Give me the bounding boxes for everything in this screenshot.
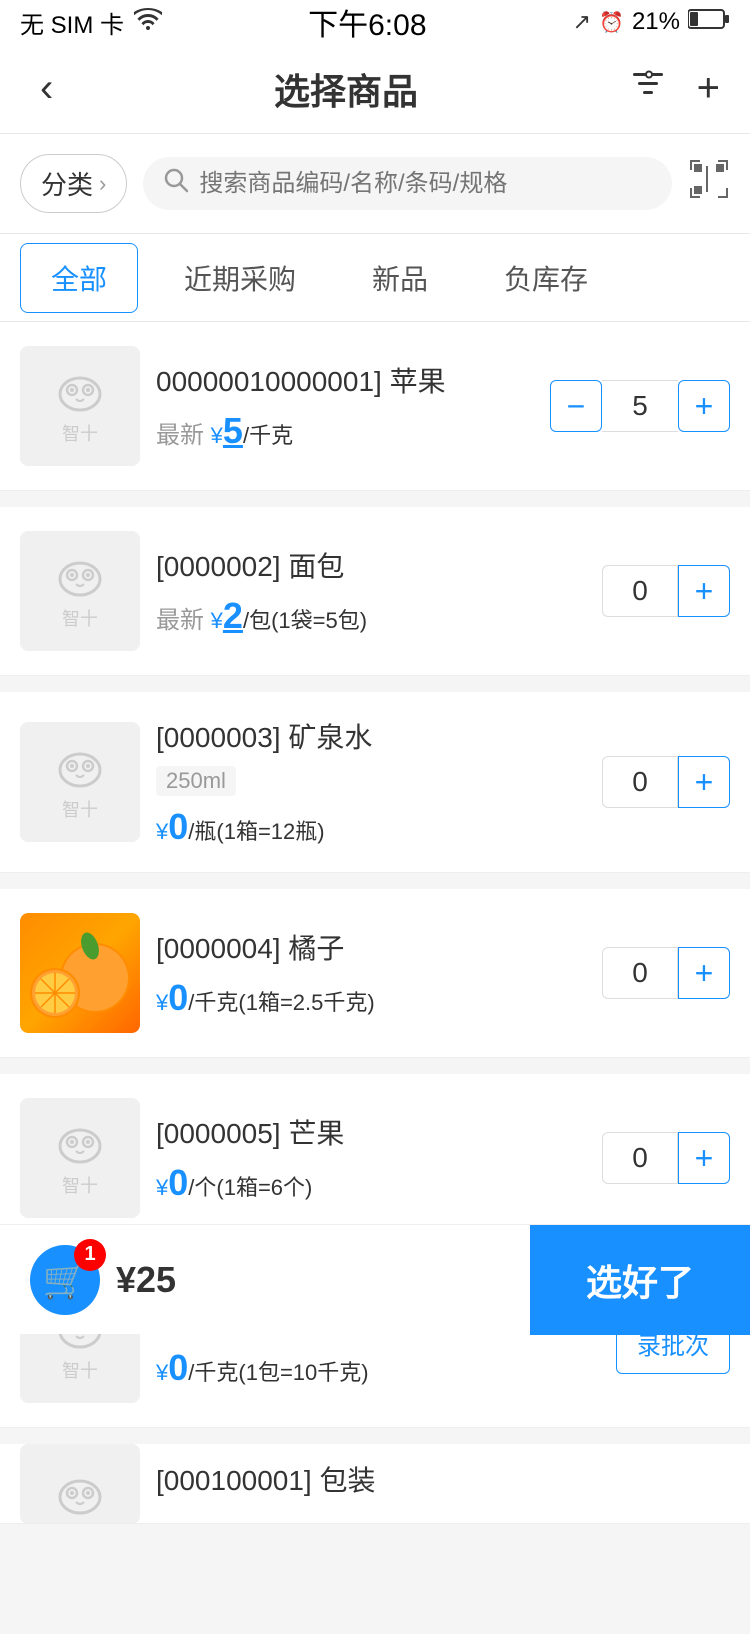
- product-image: 智十: [20, 531, 140, 651]
- status-bar: 无 SIM 卡 下午6:08 ↗ ⏰ 21%: [0, 0, 750, 44]
- status-left: 无 SIM 卡: [20, 5, 162, 40]
- product-image: 智十: [20, 346, 140, 466]
- product-name: 00000010000001] 苹果: [156, 360, 534, 400]
- battery-icon: [688, 8, 730, 37]
- product-price: ¥0/个(1箱=6个): [156, 1162, 586, 1204]
- wifi-icon: [134, 8, 162, 37]
- cart-badge: 1: [74, 1239, 106, 1271]
- product-price: 最新 ¥5/千克: [156, 410, 534, 452]
- cart-total: ¥25: [116, 1259, 176, 1301]
- product-list: 智十 00000010000001] 苹果 最新 ¥5/千克 − + 智十: [0, 322, 750, 1634]
- status-right: ↗ ⏰ 21%: [573, 8, 730, 37]
- product-price: 最新 ¥2/包(1袋=5包): [156, 595, 586, 637]
- product-name: [0000002] 面包: [156, 545, 586, 585]
- filter-icon[interactable]: [629, 65, 667, 113]
- bottom-bar: 🛒 1 ¥25 选好了: [0, 1224, 750, 1334]
- increment-button[interactable]: +: [678, 565, 730, 617]
- tab-all[interactable]: 全部: [20, 243, 138, 313]
- tab-bar: 全部 近期采购 新品 负库存: [0, 234, 750, 322]
- product-info: [0000004] 橘子 ¥0/千克(1箱=2.5千克): [140, 927, 602, 1019]
- table-row: 智十 00000010000001] 苹果 最新 ¥5/千克 − +: [0, 322, 750, 491]
- product-qty: +: [602, 565, 730, 617]
- product-image: [20, 913, 140, 1033]
- product-price: ¥0/千克(1包=10千克): [156, 1347, 600, 1389]
- product-price: ¥0/瓶(1箱=12瓶): [156, 806, 586, 848]
- product-info: 00000010000001] 苹果 最新 ¥5/千克: [140, 360, 550, 452]
- scan-icon[interactable]: [688, 158, 730, 209]
- increment-button[interactable]: +: [678, 947, 730, 999]
- tab-new[interactable]: 新品: [342, 244, 458, 312]
- quantity-input[interactable]: [602, 1132, 678, 1184]
- table-row: [0000004] 橘子 ¥0/千克(1箱=2.5千克) +: [0, 889, 750, 1058]
- quantity-input[interactable]: [602, 756, 678, 808]
- product-info: [0000003] 矿泉水 250ml ¥0/瓶(1箱=12瓶): [140, 716, 602, 848]
- product-qty: +: [602, 947, 730, 999]
- back-button[interactable]: ‹: [30, 56, 63, 121]
- increment-button[interactable]: +: [678, 756, 730, 808]
- product-name: [000100001] 包装: [156, 1459, 714, 1499]
- product-price: ¥0/千克(1箱=2.5千克): [156, 977, 586, 1019]
- product-name: [0000005] 芒果: [156, 1112, 586, 1152]
- search-icon: [163, 167, 189, 200]
- search-box: [143, 157, 672, 210]
- table-row: [000100001] 包装: [0, 1444, 750, 1524]
- product-qty: − +: [550, 380, 730, 432]
- product-info: [0000005] 芒果 ¥0/个(1箱=6个): [140, 1112, 602, 1204]
- filter-bar: 分类 ›: [0, 134, 750, 234]
- product-qty: +: [602, 1132, 730, 1184]
- location-icon: ↗: [573, 9, 591, 35]
- increment-button[interactable]: +: [678, 380, 730, 432]
- cart-icon-wrap[interactable]: 🛒 1: [30, 1245, 100, 1315]
- increment-button[interactable]: +: [678, 1132, 730, 1184]
- confirm-button[interactable]: 选好了: [530, 1225, 750, 1335]
- nav-title: 选择商品: [274, 63, 418, 115]
- status-time: 下午6:08: [308, 0, 426, 44]
- table-row: 智十 [0000003] 矿泉水 250ml ¥0/瓶(1箱=12瓶) +: [0, 692, 750, 873]
- quantity-input[interactable]: [602, 380, 678, 432]
- product-name: [0000004] 橘子: [156, 927, 586, 967]
- table-row: 智十 [0000005] 芒果 ¥0/个(1箱=6个) +: [0, 1074, 750, 1243]
- alarm-icon: ⏰: [599, 10, 624, 35]
- table-row: 智十 [0000002] 面包 最新 ¥2/包(1袋=5包) +: [0, 507, 750, 676]
- tab-negative-stock[interactable]: 负库存: [474, 244, 618, 312]
- nav-actions: +: [629, 65, 720, 113]
- tab-recent-purchase[interactable]: 近期采购: [154, 244, 326, 312]
- product-info: [000100001] 包装: [140, 1459, 730, 1509]
- product-info: [0000002] 面包 最新 ¥2/包(1袋=5包): [140, 545, 602, 637]
- category-button[interactable]: 分类 ›: [20, 154, 127, 213]
- decrement-button[interactable]: −: [550, 380, 602, 432]
- cart-area: 🛒 1 ¥25: [0, 1245, 530, 1315]
- product-image: 智十: [20, 1098, 140, 1218]
- product-image: [20, 1444, 140, 1524]
- quantity-input[interactable]: [602, 947, 678, 999]
- quantity-input[interactable]: [602, 565, 678, 617]
- chevron-right-icon: ›: [99, 171, 106, 197]
- product-name: [0000003] 矿泉水: [156, 716, 586, 756]
- battery-text: 21%: [632, 8, 680, 36]
- add-icon[interactable]: +: [697, 66, 720, 111]
- carrier-text: 无 SIM 卡: [20, 5, 124, 40]
- nav-bar: ‹ 选择商品 +: [0, 44, 750, 134]
- category-label: 分类: [41, 165, 93, 202]
- product-qty: +: [602, 756, 730, 808]
- product-image: 智十: [20, 722, 140, 842]
- search-input[interactable]: [199, 170, 652, 198]
- product-spec: 250ml: [156, 766, 236, 796]
